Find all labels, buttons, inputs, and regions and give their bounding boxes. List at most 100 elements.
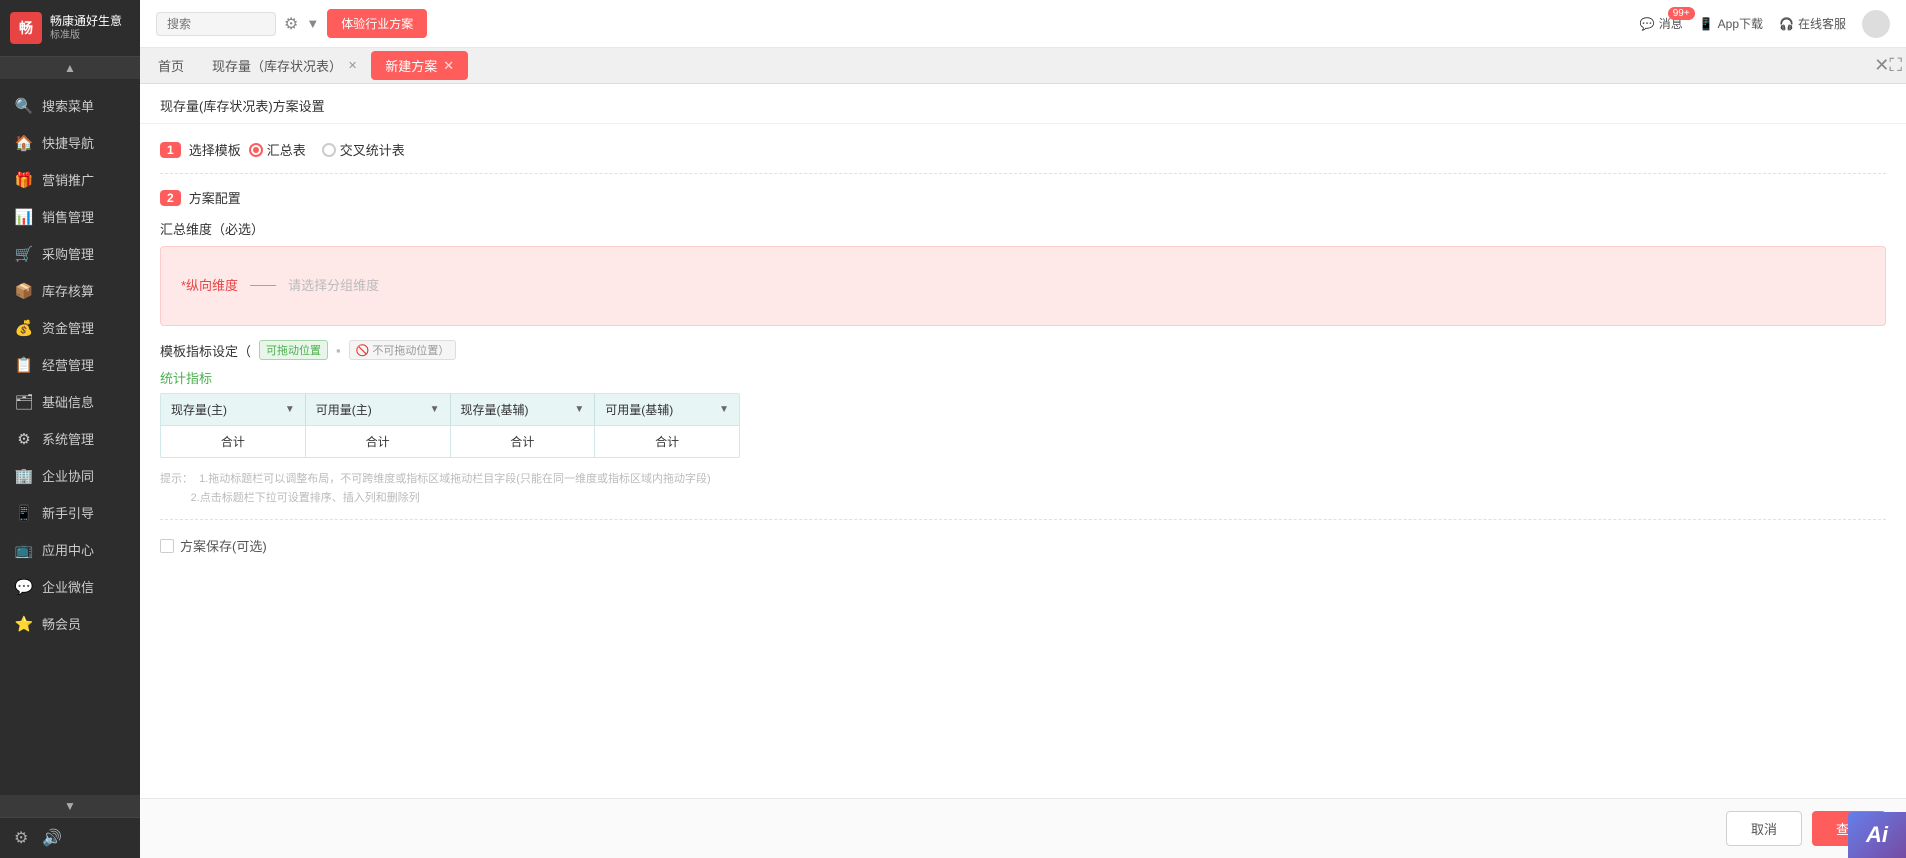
sidebar-item-operations[interactable]: 📋 经营管理	[0, 346, 140, 383]
sidebar-item-basic[interactable]: 🗂 基础信息	[0, 383, 140, 420]
sidebar-item-marketing[interactable]: 🎁 营销推广	[0, 161, 140, 198]
col-current-aux[interactable]: 现存量(基辅) ▼	[451, 394, 596, 425]
dimension-dash: ——	[250, 277, 276, 292]
col-available-aux[interactable]: 可用量(基辅) ▼	[595, 394, 739, 425]
user-avatar[interactable]	[1862, 10, 1890, 38]
col-current-main[interactable]: 现存量(主) ▼	[161, 394, 306, 425]
settings-icon[interactable]: ⚙	[14, 828, 28, 848]
cancel-button[interactable]: 取消	[1726, 811, 1802, 846]
dropdown-icon[interactable]: ▼	[306, 16, 319, 31]
indicator-settings: 模板指标设定（ 可拖动位置 ▪ 🚫 不可拖动位置） 统计指标 现存量(主) ▼	[160, 340, 1886, 458]
sidebar-item-label: 系统管理	[42, 429, 94, 448]
chevron-down-icon[interactable]: ▼	[430, 404, 440, 415]
customer-service-label: 在线客服	[1798, 15, 1846, 32]
industry-solution-button[interactable]: 体验行业方案	[327, 9, 427, 38]
app-logo: 畅	[10, 12, 42, 44]
cell-0: 合计	[161, 426, 306, 457]
search-input[interactable]	[156, 12, 276, 36]
tab-inventory-status[interactable]: 现存量（库存状况表） ✕	[198, 50, 371, 81]
star-icon: ⭐	[14, 615, 34, 633]
tip-2: 2.点击标题栏下拉可设置排序、插入列和删除列	[160, 489, 1886, 505]
sidebar: 畅 畅康通好生意 标准版 ▲ 🔍 搜索菜单 🏠 快捷导航 🎁 营销推广 📊 销售…	[0, 0, 140, 858]
save-option-row: 方案保存(可选)	[160, 536, 1886, 555]
sidebar-item-label: 应用中心	[42, 540, 94, 559]
topbar-left: ⚙ ▼ 体验行业方案	[156, 9, 427, 38]
cell-3: 合计	[595, 426, 739, 457]
phone-icon: 📱	[14, 504, 34, 522]
window-expand-icon[interactable]: ⛶	[1889, 55, 1902, 76]
stats-table: 现存量(主) ▼ 可用量(主) ▼ 现存量(基辅) ▼ 可用量(基辅)	[160, 393, 740, 458]
sidebar-item-purchase[interactable]: 🛒 采购管理	[0, 235, 140, 272]
app-download-btn[interactable]: 📱 App下载	[1699, 15, 1763, 32]
dimension-area[interactable]: *纵向维度 —— 请选择分组维度	[160, 246, 1886, 326]
sidebar-item-newbie[interactable]: 📱 新手引导	[0, 494, 140, 531]
topbar-gear-icon[interactable]: ⚙	[284, 14, 298, 34]
step2-title: 方案配置	[189, 188, 241, 207]
chevron-down-icon[interactable]: ▼	[574, 404, 584, 415]
chevron-down-icon[interactable]: ▼	[285, 404, 295, 415]
step1-badge: 1	[160, 142, 181, 158]
dimension-placeholder: 请选择分组维度	[288, 275, 379, 294]
ai-badge[interactable]: Ai	[1848, 812, 1906, 858]
sidebar-item-label: 基础信息	[42, 392, 94, 411]
tab-home[interactable]: 首页	[144, 50, 198, 81]
cart-icon: 🛒	[14, 245, 34, 263]
page-title: 现存量(库存状况表)方案设置	[140, 84, 1906, 124]
sidebar-item-quick-nav[interactable]: 🏠 快捷导航	[0, 124, 140, 161]
bottom-bar: 取消 查询	[140, 798, 1906, 858]
radio-summary[interactable]: 汇总表	[249, 140, 306, 159]
scroll-down-btn[interactable]: ▼	[0, 795, 140, 817]
sound-icon[interactable]: 🔊	[42, 828, 62, 848]
col-available-main[interactable]: 可用量(主) ▼	[306, 394, 451, 425]
tips-area: 提示： 1.拖动标题栏可以调整布局，不可跨维度或指标区域拖动栏目字段(只能在同一…	[160, 470, 1886, 505]
message-btn[interactable]: 💬 消息 99+	[1640, 15, 1683, 32]
sidebar-item-inventory[interactable]: 📦 库存核算	[0, 272, 140, 309]
save-checkbox[interactable]	[160, 539, 174, 553]
radio-cross[interactable]: 交叉统计表	[322, 140, 405, 159]
non-draggable-icon: 🚫	[356, 344, 370, 357]
sidebar-item-wechat[interactable]: 💬 企业微信	[0, 568, 140, 605]
tab-label: 现存量（库存状况表）	[212, 56, 342, 75]
sidebar-item-search[interactable]: 🔍 搜索菜单	[0, 87, 140, 124]
content-area: 现存量(库存状况表)方案设置 1 选择模板 汇总表 交叉统计表	[140, 84, 1906, 798]
sidebar-footer: ⚙ 🔊	[0, 817, 140, 858]
tab-new-schema[interactable]: 新建方案 ✕	[371, 51, 468, 80]
step1-header: 1 选择模板 汇总表 交叉统计表	[160, 140, 1886, 159]
vertical-dimension-label: *纵向维度	[181, 275, 238, 294]
sidebar-item-app-center[interactable]: 📺 应用中心	[0, 531, 140, 568]
sidebar-item-enterprise[interactable]: 🏢 企业协同	[0, 457, 140, 494]
cell-1: 合计	[306, 426, 451, 457]
sidebar-item-label: 搜索菜单	[42, 96, 94, 115]
indicator-sep: ▪	[336, 343, 341, 358]
indicator-prefix: 模板指标设定（	[160, 341, 251, 360]
tab-close-icon[interactable]: ✕	[348, 59, 357, 72]
sidebar-nav: 🔍 搜索菜单 🏠 快捷导航 🎁 营销推广 📊 销售管理 🛒 采购管理 📦 库存核…	[0, 79, 140, 795]
app-title: 畅康通好生意 标准版	[50, 13, 122, 44]
radio-summary-label: 汇总表	[267, 140, 306, 159]
customer-service-btn[interactable]: 🎧 在线客服	[1779, 15, 1846, 32]
sidebar-item-label: 企业微信	[42, 577, 94, 596]
sidebar-item-member[interactable]: ⭐ 畅会员	[0, 605, 140, 642]
window-close-icon[interactable]: ✕	[1874, 55, 1889, 76]
sidebar-item-system[interactable]: ⚙ 系统管理	[0, 420, 140, 457]
scroll-up-btn[interactable]: ▲	[0, 57, 140, 79]
sidebar-item-finance[interactable]: 💰 资金管理	[0, 309, 140, 346]
tab-new-close-icon[interactable]: ✕	[443, 58, 454, 74]
sidebar-header: 畅 畅康通好生意 标准版	[0, 0, 140, 57]
building-icon: 🏢	[14, 467, 34, 485]
sidebar-item-label: 经营管理	[42, 355, 94, 374]
box-icon: 📦	[14, 282, 34, 300]
non-draggable-label: 不可拖动位置）	[372, 342, 449, 358]
col-label: 现存量(基辅)	[461, 401, 529, 418]
sidebar-item-sales[interactable]: 📊 销售管理	[0, 198, 140, 235]
message-badge: 99+	[1668, 7, 1695, 20]
chart-icon: 📊	[14, 208, 34, 226]
bottom-divider	[160, 519, 1886, 520]
headset-icon: 🎧	[1779, 17, 1794, 31]
main-area: ⚙ ▼ 体验行业方案 💬 消息 99+ 📱 App下载 🎧 在线客服 首页 现存	[140, 0, 1906, 858]
chevron-down-icon[interactable]: ▼	[719, 404, 729, 415]
sidebar-item-label: 采购管理	[42, 244, 94, 263]
step1-title: 选择模板	[189, 140, 241, 159]
col-label: 可用量(基辅)	[605, 401, 673, 418]
radio-cross-circle	[322, 143, 336, 157]
